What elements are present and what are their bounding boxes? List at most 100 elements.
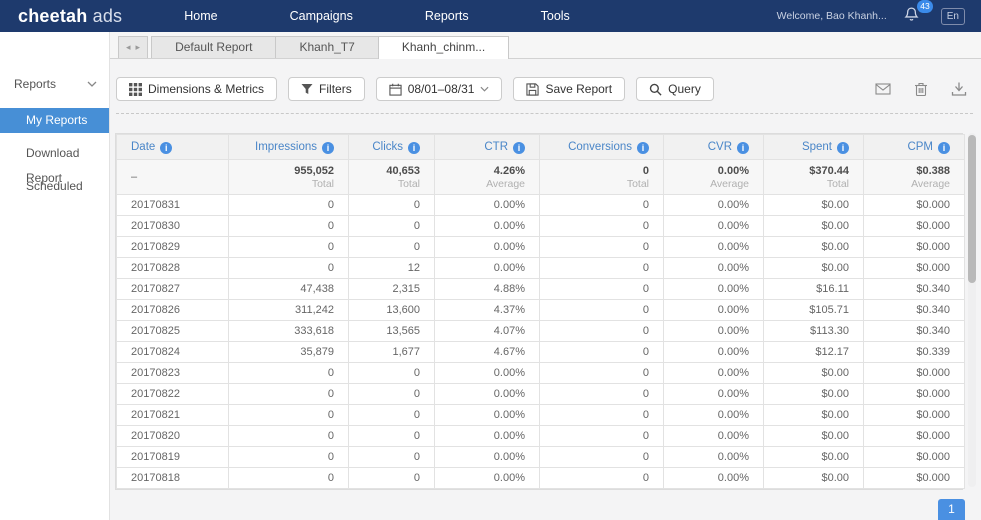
notification-badge: 43 xyxy=(917,0,933,13)
trash-icon[interactable] xyxy=(913,81,929,97)
chevron-down-icon xyxy=(480,86,489,92)
value-cell: 0.00% xyxy=(663,383,764,405)
language-selector[interactable]: En xyxy=(940,7,965,25)
value-cell: 0.00% xyxy=(434,425,540,447)
value-cell: 0.00% xyxy=(434,404,540,426)
value-cell: $0.340 xyxy=(863,278,965,300)
nav-item-reports[interactable]: Reports xyxy=(425,9,469,23)
toolbar-right-icons xyxy=(875,81,967,97)
totals-cell: 40,653 Total xyxy=(348,159,435,195)
column-label: CTR xyxy=(484,140,508,153)
table-row: 20170828 0 12 0.00% 0 0.00% $0.00 $0.000 xyxy=(116,257,965,279)
table-header-row: Date i Impressions i Clicks i CTR i Conversions i… xyxy=(116,134,965,160)
value-cell: 0.00% xyxy=(663,446,764,468)
dimensions-metrics-button[interactable]: Dimensions & Metrics xyxy=(116,77,278,101)
sidebar-item-download-report[interactable]: Download Report xyxy=(0,141,109,185)
value-cell: 0 xyxy=(539,278,664,300)
date-cell: 20170830 xyxy=(116,215,229,237)
value-cell: 1,677 xyxy=(348,341,435,363)
info-icon[interactable]: i xyxy=(408,141,420,154)
totals-value: 0 xyxy=(642,164,649,177)
info-icon[interactable]: i xyxy=(737,141,749,154)
value-cell: 0 xyxy=(348,467,435,489)
value-cell: $0.000 xyxy=(863,404,965,426)
date-cell: 20170827 xyxy=(116,278,229,300)
column-header-conversions: Conversions i xyxy=(539,134,664,160)
value-cell: $0.000 xyxy=(863,446,965,468)
notifications-button[interactable]: 43 xyxy=(903,0,933,26)
value-cell: $0.339 xyxy=(863,341,965,363)
value-cell: 0.00% xyxy=(663,299,764,321)
tab-khanh-t7[interactable]: Khanh_T7 xyxy=(275,36,379,58)
filter-icon xyxy=(301,84,313,94)
date-range-button[interactable]: 08/01–08/31 xyxy=(375,77,503,101)
save-icon xyxy=(526,82,540,96)
value-cell: 0 xyxy=(348,383,435,405)
welcome-user-text[interactable]: Welcome, Bao Khanh... xyxy=(777,10,887,22)
value-cell: 0.00% xyxy=(434,236,540,258)
value-cell: 35,879 xyxy=(228,341,349,363)
save-report-button[interactable]: Save Report xyxy=(513,77,626,101)
info-icon[interactable]: i xyxy=(637,141,649,154)
nav-item-campaigns[interactable]: Campaigns xyxy=(290,9,353,23)
value-cell: $16.11 xyxy=(763,278,864,300)
value-cell: 4.67% xyxy=(434,341,540,363)
download-icon[interactable] xyxy=(951,81,967,97)
value-cell: $0.00 xyxy=(763,194,864,216)
table-scrollbar[interactable] xyxy=(968,133,976,487)
value-cell: $12.17 xyxy=(763,341,864,363)
totals-row: –955,052 Total 40,653 Total 4.26% Average 0 Tot… xyxy=(116,159,965,195)
mail-icon[interactable] xyxy=(875,81,891,97)
totals-sublabel: Average xyxy=(911,177,950,190)
tab-khanh-chinm[interactable]: Khanh_chinm... xyxy=(377,36,510,59)
totals-cell: 955,052 Total xyxy=(228,159,349,195)
query-button[interactable]: Query xyxy=(636,77,714,101)
report-table-card: Date i Impressions i Clicks i CTR i Conversions i… xyxy=(115,133,965,490)
value-cell: 333,618 xyxy=(228,320,349,342)
value-cell: 13,600 xyxy=(348,299,435,321)
info-icon[interactable]: i xyxy=(322,141,334,154)
nav-item-home[interactable]: Home xyxy=(184,9,217,23)
sidebar-item-scheduled[interactable]: Scheduled xyxy=(0,174,109,199)
filters-button[interactable]: Filters xyxy=(288,77,365,101)
sidebar-item-my-reports[interactable]: My Reports xyxy=(0,108,109,133)
date-cell: 20170826 xyxy=(116,299,229,321)
sidebar-section-reports[interactable]: Reports xyxy=(0,74,109,94)
nav-item-tools[interactable]: Tools xyxy=(541,9,570,23)
table-row: 20170825 333,618 13,565 4.07% 0 0.00% $113.30 $… xyxy=(116,320,965,342)
column-header-clicks: Clicks i xyxy=(348,134,435,160)
value-cell: 4.37% xyxy=(434,299,540,321)
date-cell: 20170828 xyxy=(116,257,229,279)
value-cell: 0.00% xyxy=(663,362,764,384)
info-icon[interactable]: i xyxy=(160,141,173,154)
value-cell: 0.00% xyxy=(663,236,764,258)
column-label: Clicks xyxy=(372,140,403,153)
value-cell: $0.000 xyxy=(863,383,965,405)
column-header-cpm: CPM i xyxy=(863,134,965,160)
value-cell: 0 xyxy=(539,257,664,279)
content-area: ◂ ▸ Default Report Khanh_T7 Khanh_chinm.… xyxy=(110,32,981,520)
tab-scroll-right-icon[interactable]: ▸ xyxy=(136,42,141,53)
info-icon[interactable]: i xyxy=(513,141,525,154)
date-cell: 20170825 xyxy=(116,320,229,342)
value-cell: 0 xyxy=(228,425,349,447)
info-icon[interactable]: i xyxy=(938,141,950,154)
date-cell: 20170818 xyxy=(116,467,229,489)
value-cell: $0.340 xyxy=(863,299,965,321)
table-scrollbar-thumb[interactable] xyxy=(968,135,976,283)
sidebar: Reports My Reports Download Report Sched… xyxy=(0,32,110,520)
totals-value: $370.44 xyxy=(809,164,849,177)
column-label: Impressions xyxy=(255,140,317,153)
logo[interactable]: cheetah ads xyxy=(18,6,122,27)
pagination-page-1[interactable]: 1 xyxy=(938,499,965,520)
value-cell: 0 xyxy=(228,383,349,405)
info-icon[interactable]: i xyxy=(837,141,849,154)
column-header-impressions: Impressions i xyxy=(228,134,349,160)
tab-default-report[interactable]: Default Report xyxy=(151,36,277,58)
tab-scroll-arrows[interactable]: ◂ ▸ xyxy=(118,36,149,58)
value-cell: 0 xyxy=(348,425,435,447)
table-row: 20170821 0 0 0.00% 0 0.00% $0.00 $0.000 xyxy=(116,404,965,426)
totals-sublabel: Average xyxy=(710,177,749,190)
totals-sublabel: Total xyxy=(826,177,849,190)
tab-scroll-left-icon[interactable]: ◂ xyxy=(126,42,131,53)
